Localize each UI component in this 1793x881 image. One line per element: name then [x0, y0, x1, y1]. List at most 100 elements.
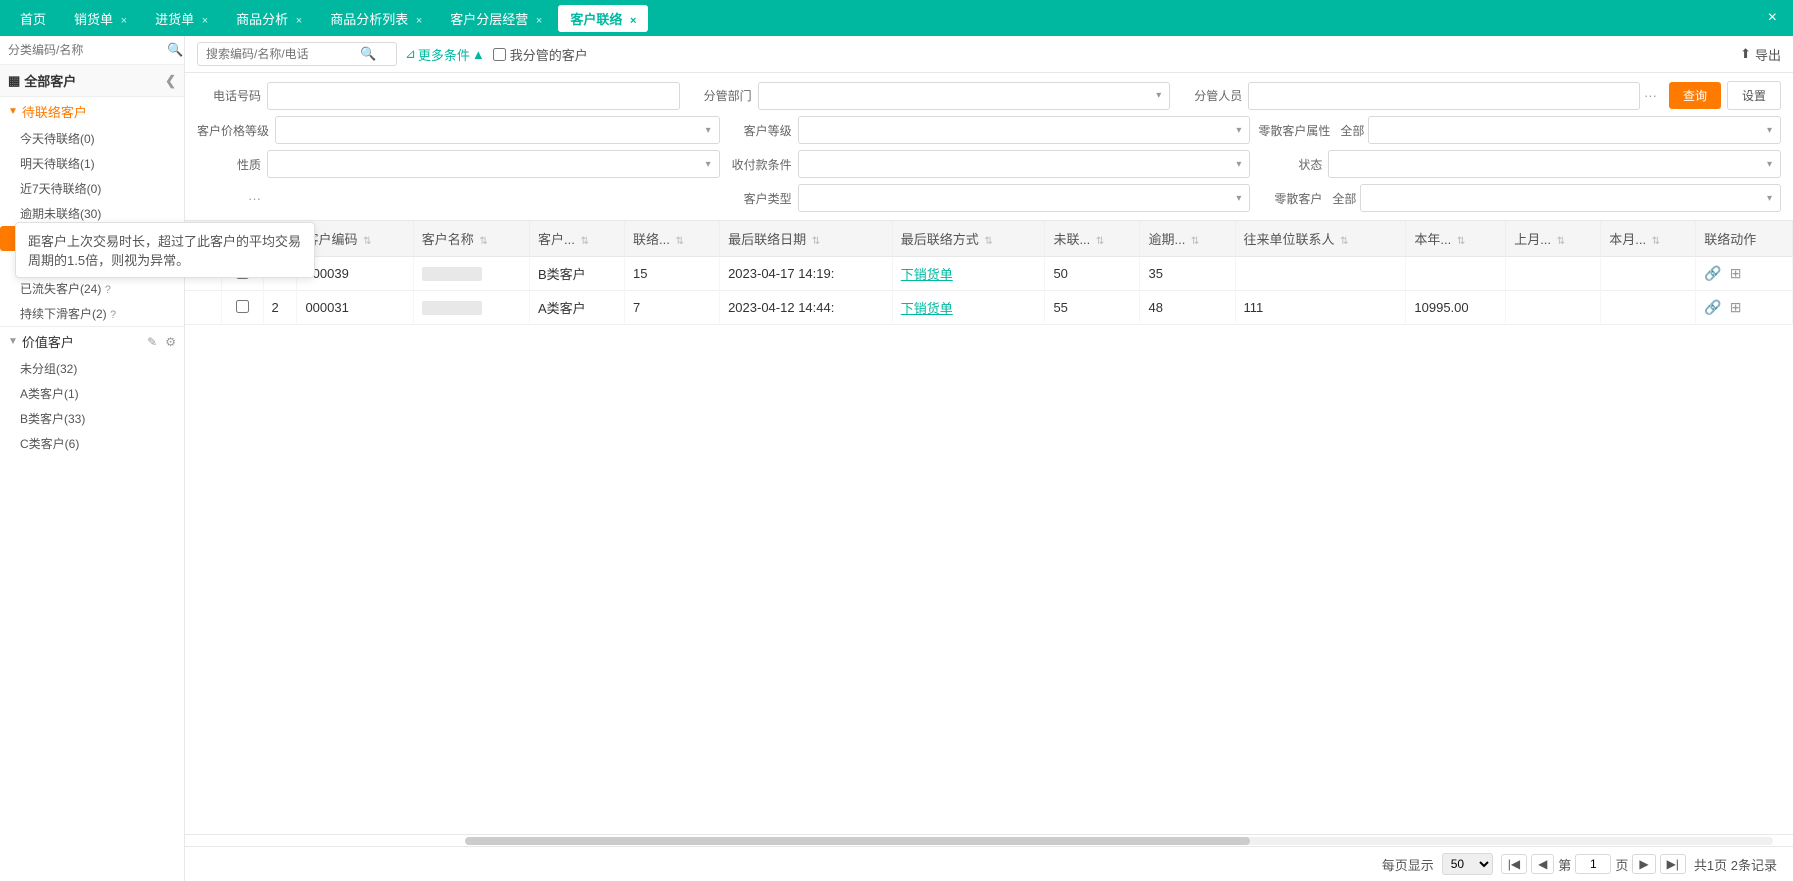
page-input[interactable]	[1575, 854, 1611, 874]
first-page-button[interactable]: |◀	[1501, 854, 1527, 874]
close-purchase-order-icon[interactable]: ×	[202, 15, 208, 27]
cond-status-select[interactable]: ▾	[1328, 150, 1781, 178]
prev-page-button[interactable]: ◀	[1531, 854, 1554, 874]
query-button[interactable]: 查询	[1669, 82, 1721, 109]
cond-payment-select[interactable]: ▾	[798, 150, 1251, 178]
sidebar-item-a-class[interactable]: A类客户(1)	[0, 381, 184, 406]
cond-nature-select[interactable]: ▾	[267, 150, 720, 178]
my-customers-checkbox[interactable]	[493, 48, 506, 61]
expand-arrow-icon: ▼	[8, 106, 18, 117]
grid-icon-1[interactable]: ⊞	[1730, 265, 1742, 282]
action-icons-1: 🔗 ⊞	[1704, 265, 1784, 282]
info-icon-declining: ?	[110, 309, 116, 321]
value-customer-group-title[interactable]: ▼ 价值客户 ✎ ⚙	[0, 326, 184, 356]
sidebar-item-lost[interactable]: 已流失客户(24) ?	[0, 276, 184, 301]
main-layout: 🔍 ▦ 全部客户 ❮ ▼ 待联络客户 今天待联络(0) 明天待联络(1) 近7天…	[0, 36, 1793, 881]
chevron-down-nature-icon: ▾	[706, 159, 711, 170]
cond-retail-attr-select[interactable]: ▾	[1368, 116, 1781, 144]
nav-customer-tier[interactable]: 客户分层经营 ×	[438, 5, 554, 32]
settings-button[interactable]: 设置	[1727, 81, 1781, 110]
edit-value-group-icon[interactable]: ✎	[147, 335, 157, 349]
sidebar-collapse-icon[interactable]: ❮	[165, 73, 176, 89]
th-last-month[interactable]: 上月... ⇅	[1506, 221, 1601, 257]
th-this-month[interactable]: 本月... ⇅	[1601, 221, 1696, 257]
sidebar-item-unclassified[interactable]: 未分组(32)	[0, 356, 184, 381]
cond-person-input[interactable]	[1248, 82, 1640, 110]
cond-price-level-select[interactable]: ▾	[275, 116, 720, 144]
link-icon-1[interactable]: 🔗	[1704, 265, 1721, 282]
th-this-year[interactable]: 本年... ⇅	[1406, 221, 1506, 257]
window-close-button[interactable]: ×	[1760, 9, 1785, 27]
cond-phone-input[interactable]	[267, 82, 680, 110]
cond-retail-customer-select[interactable]: ▾	[1360, 184, 1781, 212]
cond-expand-dots[interactable]: ···	[197, 191, 267, 206]
export-button[interactable]: ⬆ 导出	[1740, 45, 1781, 64]
nav-sales-order[interactable]: 销货单 ×	[62, 5, 139, 32]
sort-code-icon: ⇅	[363, 236, 371, 247]
pagination-bar: 每页显示 50 100 200 |◀ ◀ 第 页 ▶ ▶| 共1页 2条记录	[185, 846, 1793, 881]
td-method-1[interactable]: 下销货单	[892, 257, 1045, 291]
nav-purchase-order[interactable]: 进货单 ×	[143, 5, 220, 32]
close-product-analysis-icon[interactable]: ×	[296, 15, 302, 27]
td-method-2[interactable]: 下销货单	[892, 291, 1045, 325]
page-suffix: 页	[1615, 855, 1628, 874]
nav-product-analysis[interactable]: 商品分析 ×	[224, 5, 314, 32]
search-input[interactable]	[206, 47, 356, 61]
th-not-contacted[interactable]: 未联... ⇅	[1045, 221, 1140, 257]
cond-customer-type-label: 客户类型	[728, 190, 798, 207]
cond-person-dots[interactable]: ···	[1640, 88, 1661, 103]
th-last-contact-date[interactable]: 最后联络日期 ⇅	[720, 221, 893, 257]
sidebar-item-7days[interactable]: 近7天待联络(0)	[0, 176, 184, 201]
th-last-contact-method[interactable]: 最后联络方式 ⇅	[892, 221, 1045, 257]
cond-customer-type-select[interactable]: ▾	[798, 184, 1251, 212]
row2-checkbox[interactable]	[236, 300, 249, 313]
search-icon[interactable]: 🔍	[360, 46, 376, 62]
td-checkbox-2	[221, 291, 263, 325]
th-unit-contact[interactable]: 往来单位联系人 ⇅	[1235, 221, 1406, 257]
grid-icon-2[interactable]: ⊞	[1730, 299, 1742, 316]
per-page-select[interactable]: 50 100 200	[1442, 853, 1493, 875]
sidebar-search-icon[interactable]: 🔍	[167, 42, 183, 58]
sidebar-search-input[interactable]	[8, 43, 163, 57]
cond-customer-type: 客户类型 ▾	[728, 184, 1251, 212]
next-page-button[interactable]: ▶	[1632, 854, 1655, 874]
nav-product-analysis-list[interactable]: 商品分析列表 ×	[318, 5, 434, 32]
pending-contact-group-title[interactable]: ▼ 待联络客户	[0, 97, 184, 126]
link-icon-2[interactable]: 🔗	[1704, 299, 1721, 316]
th-contact[interactable]: 联络... ⇅	[625, 221, 720, 257]
horizontal-scrollbar[interactable]	[185, 834, 1793, 846]
my-customers-label: 我分管的客户	[510, 45, 588, 64]
sort-overdue-icon: ⇅	[1191, 236, 1199, 247]
nav-customer-contact[interactable]: 客户联络 ×	[558, 5, 648, 32]
sidebar-all-customers-header[interactable]: ▦ 全部客户 ❮	[0, 65, 184, 97]
page-navigation: |◀ ◀ 第 页 ▶ ▶|	[1501, 854, 1686, 874]
cond-customer-grade-select[interactable]: ▾	[798, 116, 1251, 144]
close-customer-tier-icon[interactable]: ×	[536, 15, 542, 27]
close-sales-order-icon[interactable]: ×	[121, 15, 127, 27]
cond-dept-select[interactable]: ▾	[758, 82, 1171, 110]
th-overdue[interactable]: 逾期... ⇅	[1140, 221, 1235, 257]
method-link-1[interactable]: 下销货单	[901, 267, 953, 282]
td-code-2: 000031	[297, 291, 413, 325]
my-customers-filter: 我分管的客户	[493, 45, 588, 64]
close-customer-contact-icon[interactable]: ×	[630, 15, 636, 27]
scrollbar-thumb[interactable]	[465, 837, 1250, 845]
sidebar-item-tomorrow[interactable]: 明天待联络(1)	[0, 151, 184, 176]
last-page-button[interactable]: ▶|	[1660, 854, 1686, 874]
td-thismonth-2	[1601, 291, 1696, 325]
nav-home[interactable]: 首页	[8, 5, 58, 32]
cond-dept-label: 分管部门	[688, 87, 758, 104]
method-link-2[interactable]: 下销货单	[901, 301, 953, 316]
customer-table: ⚙ 客户编码 ⇅ 客户名称 ⇅ 客户... ⇅ 联络... ⇅ 最后联络日期 ⇅…	[185, 221, 1793, 325]
conditions-row-2: 客户价格等级 ▾ 客户等级 ▾ 零散客户属性 全部	[197, 116, 1781, 144]
sidebar-item-declining[interactable]: 持续下滑客户(2) ?	[0, 301, 184, 326]
settings-value-group-icon[interactable]: ⚙	[165, 335, 176, 349]
sidebar-item-b-class[interactable]: B类客户(33)	[0, 406, 184, 431]
th-customer-name[interactable]: 客户名称 ⇅	[413, 221, 529, 257]
more-conditions-button[interactable]: ⊿ 更多条件 ▲	[405, 45, 485, 64]
sidebar-item-c-class[interactable]: C类客户(6)	[0, 431, 184, 456]
sidebar-item-today[interactable]: 今天待联络(0)	[0, 126, 184, 151]
close-product-analysis-list-icon[interactable]: ×	[416, 15, 422, 27]
td-contact-1: 15	[625, 257, 720, 291]
th-customer-type[interactable]: 客户... ⇅	[530, 221, 625, 257]
